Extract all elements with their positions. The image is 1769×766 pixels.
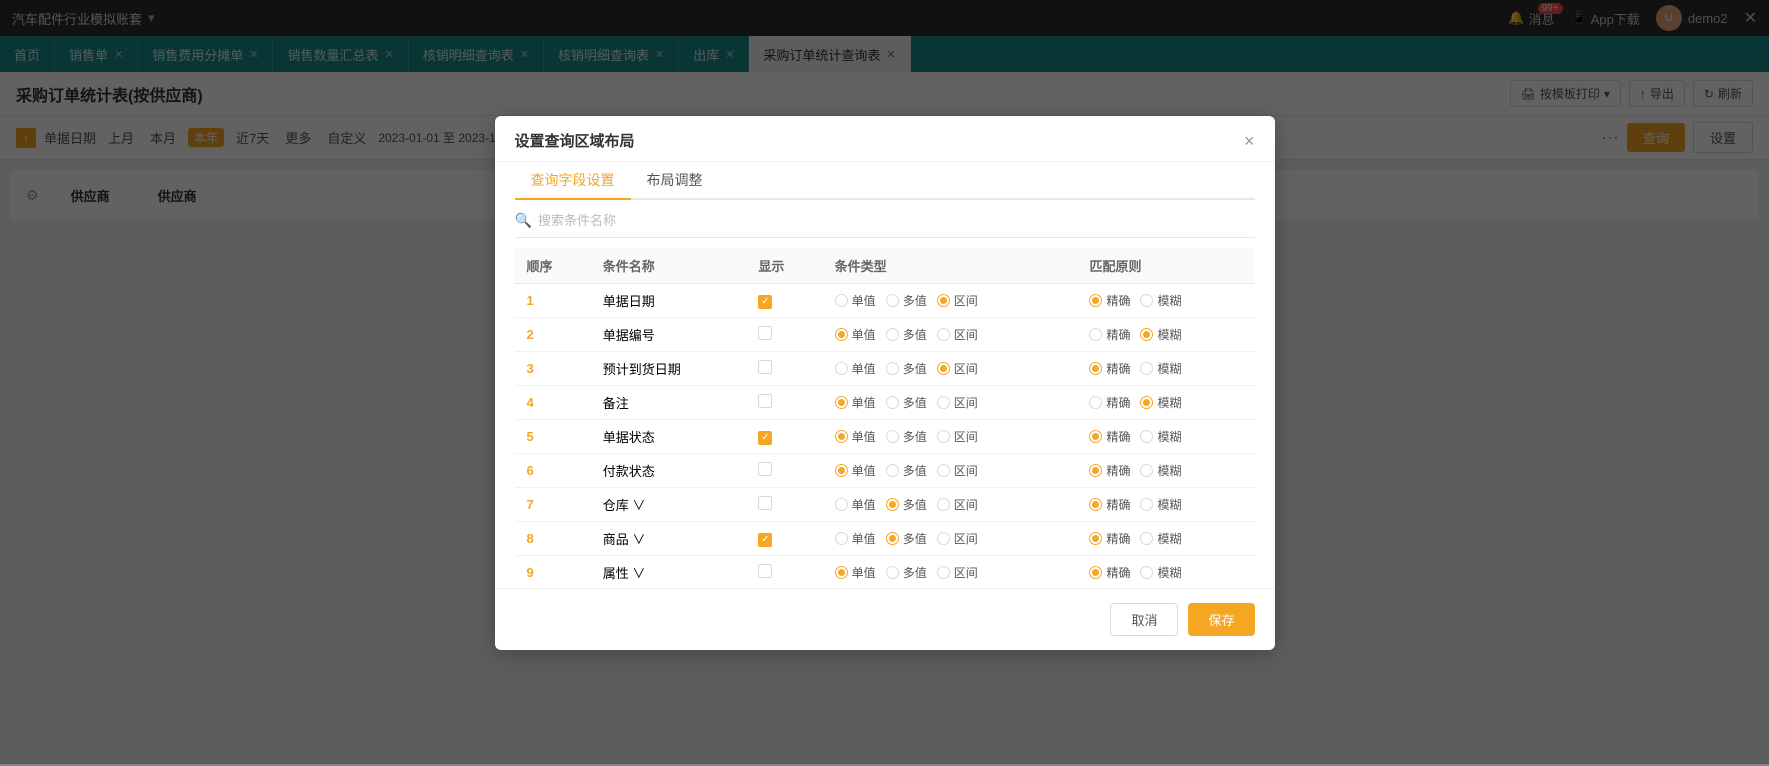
table-row: 2单据编号 单值多值区间精确模糊 xyxy=(515,318,1255,352)
row-match: 精确模糊 xyxy=(1077,352,1254,386)
search-icon: 🔍 xyxy=(515,212,532,229)
cancel-button[interactable]: 取消 xyxy=(1110,603,1178,636)
row-display-checkbox[interactable] xyxy=(746,318,822,352)
row-name: 仓库 ∨ xyxy=(591,488,747,522)
row-display-checkbox[interactable] xyxy=(746,556,822,589)
row-order: 4 xyxy=(515,386,591,420)
table-row: 3预计到货日期 单值多值区间精确模糊 xyxy=(515,352,1255,386)
row-match: 精确模糊 xyxy=(1077,386,1254,420)
table-header-row: 顺序 条件名称 显示 条件类型 匹配原则 xyxy=(515,248,1255,284)
row-match: 精确模糊 xyxy=(1077,318,1254,352)
table-row: 8商品 ∨ 单值多值区间精确模糊 xyxy=(515,522,1255,556)
row-match: 精确模糊 xyxy=(1077,454,1254,488)
col-display: 显示 xyxy=(746,248,822,284)
row-order: 8 xyxy=(515,522,591,556)
table-row: 1单据日期 单值多值区间精确模糊 xyxy=(515,284,1255,318)
dialog: 设置查询区域布局 × 查询字段设置 布局调整 🔍 xyxy=(495,116,1275,650)
row-name: 属性 ∨ xyxy=(591,556,747,589)
row-match: 精确模糊 xyxy=(1077,522,1254,556)
row-type: 单值多值区间 xyxy=(823,454,1078,488)
row-order: 7 xyxy=(515,488,591,522)
dialog-footer: 取消 保存 xyxy=(495,588,1275,650)
dialog-title: 设置查询区域布局 xyxy=(515,130,635,151)
row-display-checkbox[interactable] xyxy=(746,420,822,454)
row-type: 单值多值区间 xyxy=(823,488,1078,522)
row-order: 2 xyxy=(515,318,591,352)
tab-query-fields[interactable]: 查询字段设置 xyxy=(515,162,631,200)
row-order: 6 xyxy=(515,454,591,488)
row-display-checkbox[interactable] xyxy=(746,352,822,386)
tab-layout-adjust[interactable]: 布局调整 xyxy=(631,162,719,200)
row-order: 9 xyxy=(515,556,591,589)
modal-overlay: 设置查询区域布局 × 查询字段设置 布局调整 🔍 xyxy=(0,0,1769,766)
col-match: 匹配原则 xyxy=(1077,248,1254,284)
row-display-checkbox[interactable] xyxy=(746,386,822,420)
row-name: 付款状态 xyxy=(591,454,747,488)
save-button[interactable]: 保存 xyxy=(1188,603,1254,636)
conditions-table-scroll: 顺序 条件名称 显示 条件类型 匹配原则 1单据日期单值多值区间精确模糊2单据编… xyxy=(515,248,1255,588)
row-match: 精确模糊 xyxy=(1077,556,1254,589)
table-row: 4备注 单值多值区间精确模糊 xyxy=(515,386,1255,420)
dialog-body: 查询字段设置 布局调整 🔍 顺序 条件名称 显示 xyxy=(495,162,1275,588)
table-row: 9属性 ∨ 单值多值区间精确模糊 xyxy=(515,556,1255,589)
row-order: 3 xyxy=(515,352,591,386)
row-display-checkbox[interactable] xyxy=(746,522,822,556)
col-order: 顺序 xyxy=(515,248,591,284)
col-type: 条件类型 xyxy=(823,248,1078,284)
conditions-table: 顺序 条件名称 显示 条件类型 匹配原则 1单据日期单值多值区间精确模糊2单据编… xyxy=(515,248,1255,588)
row-name: 商品 ∨ xyxy=(591,522,747,556)
row-type: 单值多值区间 xyxy=(823,318,1078,352)
table-row: 7仓库 ∨ 单值多值区间精确模糊 xyxy=(515,488,1255,522)
row-name: 单据状态 xyxy=(591,420,747,454)
row-match: 精确模糊 xyxy=(1077,284,1254,318)
row-type: 单值多值区间 xyxy=(823,352,1078,386)
row-name: 单据编号 xyxy=(591,318,747,352)
dialog-tabs: 查询字段设置 布局调整 xyxy=(515,162,1255,200)
row-display-checkbox[interactable] xyxy=(746,488,822,522)
row-display-checkbox[interactable] xyxy=(746,454,822,488)
search-row: 🔍 xyxy=(515,212,1255,238)
row-order: 1 xyxy=(515,284,591,318)
row-type: 单值多值区间 xyxy=(823,386,1078,420)
row-type: 单值多值区间 xyxy=(823,420,1078,454)
row-order: 5 xyxy=(515,420,591,454)
row-name: 备注 xyxy=(591,386,747,420)
dialog-header: 设置查询区域布局 × xyxy=(495,116,1275,162)
col-name: 条件名称 xyxy=(591,248,747,284)
dialog-close-button[interactable]: × xyxy=(1244,132,1255,150)
condition-search-input[interactable] xyxy=(538,213,738,228)
row-type: 单值多值区间 xyxy=(823,284,1078,318)
row-name: 单据日期 xyxy=(591,284,747,318)
row-name: 预计到货日期 xyxy=(591,352,747,386)
row-display-checkbox[interactable] xyxy=(746,284,822,318)
row-match: 精确模糊 xyxy=(1077,488,1254,522)
table-row: 5单据状态 单值多值区间精确模糊 xyxy=(515,420,1255,454)
table-row: 6付款状态 单值多值区间精确模糊 xyxy=(515,454,1255,488)
row-type: 单值多值区间 xyxy=(823,556,1078,589)
row-type: 单值多值区间 xyxy=(823,522,1078,556)
row-match: 精确模糊 xyxy=(1077,420,1254,454)
